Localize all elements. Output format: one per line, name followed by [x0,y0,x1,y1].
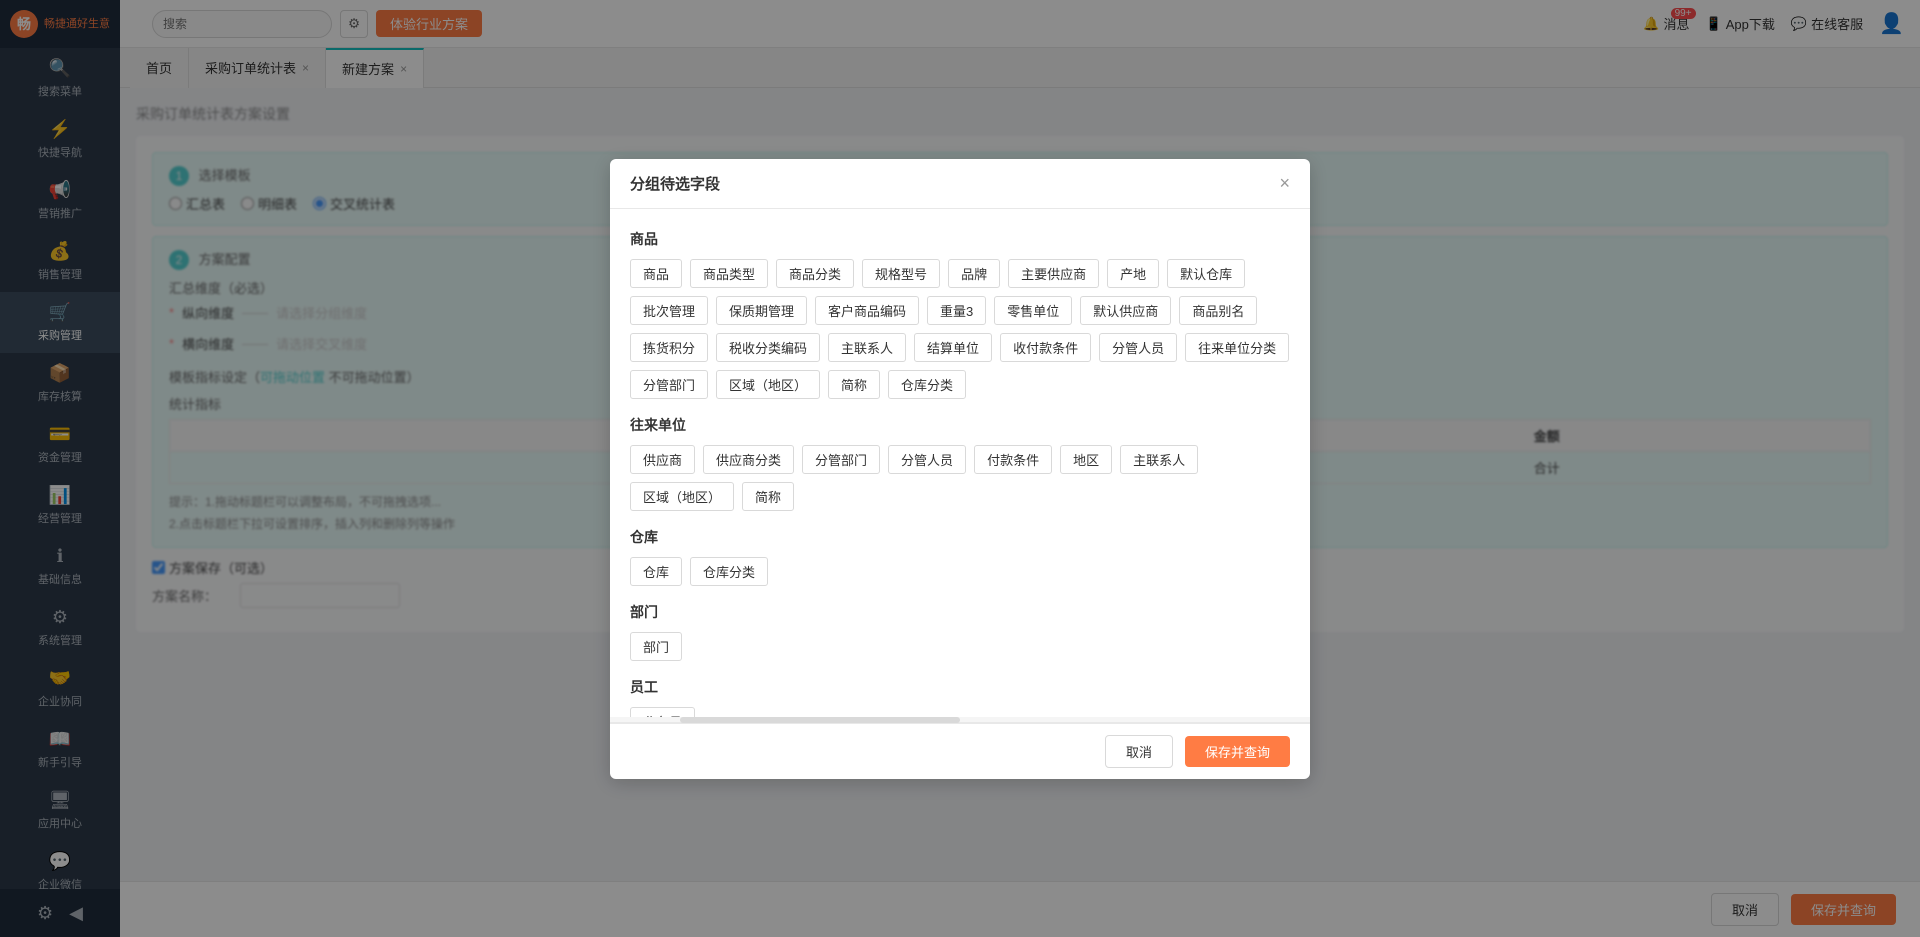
modal-body: 商品商品商品类型商品分类规格型号品牌主要供应商产地默认仓库批次管理保质期管理客户… [610,209,1310,717]
field-tag-3-0[interactable]: 部门 [630,632,682,661]
field-tag-1-3[interactable]: 分管人员 [888,445,966,474]
field-tag-1-4[interactable]: 付款条件 [974,445,1052,474]
field-tag-0-12[interactable]: 零售单位 [994,296,1072,325]
field-tag-0-19[interactable]: 收付款条件 [1000,333,1091,362]
field-tag-4-0[interactable]: 业务员 [630,707,695,717]
field-tag-0-8[interactable]: 批次管理 [630,296,708,325]
modal-dialog: 分组待选字段 × 商品商品商品类型商品分类规格型号品牌主要供应商产地默认仓库批次… [610,159,1310,779]
field-tag-1-8[interactable]: 简称 [742,482,794,511]
field-tag-0-1[interactable]: 商品类型 [690,259,768,288]
cancel-button[interactable]: 取消 [1105,735,1173,768]
field-tag-1-0[interactable]: 供应商 [630,445,695,474]
modal-header: 分组待选字段 × [610,159,1310,209]
field-tag-0-14[interactable]: 商品别名 [1179,296,1257,325]
field-grid-1: 供应商供应商分类分管部门分管人员付款条件地区主联系人区域（地区） 简称 [630,445,1290,511]
section-title-3: 部门 [630,602,1290,622]
field-tag-0-4[interactable]: 品牌 [948,259,1000,288]
field-grid-0: 商品商品类型商品分类规格型号品牌主要供应商产地默认仓库批次管理保质期管理客户商品… [630,259,1290,399]
field-tag-1-5[interactable]: 地区 [1060,445,1112,474]
field-tag-1-6[interactable]: 主联系人 [1120,445,1198,474]
field-tag-0-16[interactable]: 税收分类编码 [716,333,820,362]
field-tag-0-10[interactable]: 客户商品编码 [815,296,919,325]
field-tag-0-18[interactable]: 结算单位 [914,333,992,362]
field-tag-1-1[interactable]: 供应商分类 [703,445,794,474]
section-title-1: 往来单位 [630,415,1290,435]
field-tag-1-7[interactable]: 区域（地区） [630,482,734,511]
field-tag-0-3[interactable]: 规格型号 [862,259,940,288]
section-title-2: 仓库 [630,527,1290,547]
field-tag-0-0[interactable]: 商品 [630,259,682,288]
field-tag-0-11[interactable]: 重量3 [927,296,986,325]
field-tag-0-15[interactable]: 拣货积分 [630,333,708,362]
field-tag-0-9[interactable]: 保质期管理 [716,296,807,325]
field-tag-0-2[interactable]: 商品分类 [776,259,854,288]
field-tag-0-24[interactable]: 简称 [828,370,880,399]
field-tag-0-23[interactable]: 区域（地区） [716,370,820,399]
field-grid-2: 仓库仓库分类 [630,557,1290,586]
field-tag-0-6[interactable]: 产地 [1107,259,1159,288]
field-tag-0-7[interactable]: 默认仓库 [1167,259,1245,288]
section-title-4: 员工 [630,677,1290,697]
modal-close-button[interactable]: × [1279,173,1290,194]
field-tag-0-17[interactable]: 主联系人 [828,333,906,362]
field-tag-1-2[interactable]: 分管部门 [802,445,880,474]
section-title-0: 商品 [630,229,1290,249]
modal-overlay: 分组待选字段 × 商品商品商品类型商品分类规格型号品牌主要供应商产地默认仓库批次… [0,0,1920,937]
save-query-button[interactable]: 保存并查询 [1185,736,1290,767]
field-tag-0-22[interactable]: 分管部门 [630,370,708,399]
field-tag-0-5[interactable]: 主要供应商 [1008,259,1099,288]
field-tag-0-13[interactable]: 默认供应商 [1080,296,1171,325]
field-tag-2-1[interactable]: 仓库分类 [690,557,768,586]
modal-footer: 取消 保存并查询 [610,723,1310,779]
field-grid-3: 部门 [630,632,1290,661]
field-tag-0-25[interactable]: 仓库分类 [888,370,966,399]
field-tag-0-21[interactable]: 往来单位分类 [1185,333,1289,362]
field-tag-2-0[interactable]: 仓库 [630,557,682,586]
field-grid-4: 业务员 [630,707,1290,717]
field-tag-0-20[interactable]: 分管人员 [1099,333,1177,362]
modal-title: 分组待选字段 [630,173,720,194]
